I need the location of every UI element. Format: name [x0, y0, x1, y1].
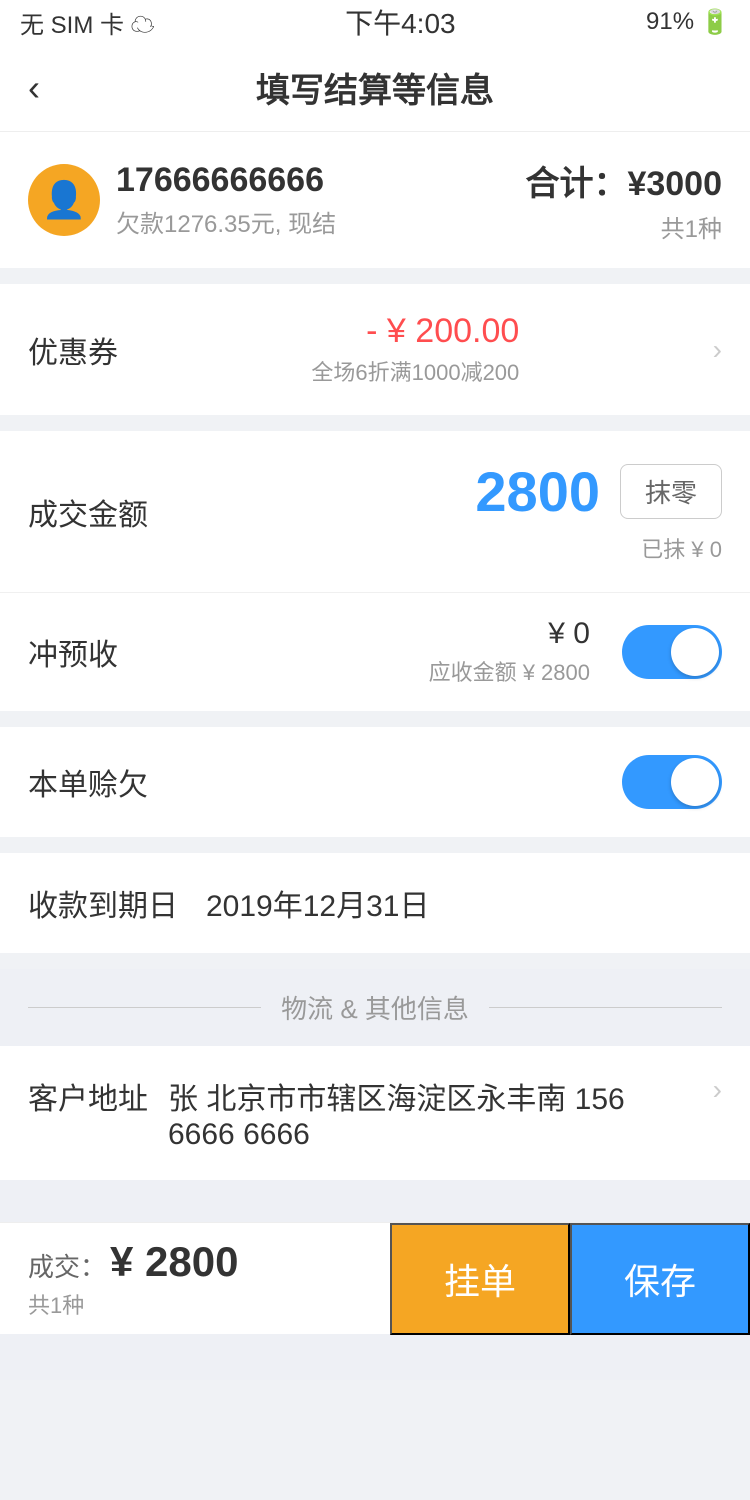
divider-text: 物流 & 其他信息 [281, 989, 469, 1026]
due-date-section: 收款到期日 2019年12月31日 [0, 853, 750, 953]
divider-line-right [489, 1007, 722, 1008]
debt-label: 本单赊欠 [28, 760, 148, 804]
total-amount: 合计：¥3000 [525, 156, 722, 205]
total-count: 共1种 [525, 209, 722, 244]
status-left: 无 SIM 卡 ☁ [20, 5, 155, 40]
coupon-desc: 全场6折满1000减200 [311, 355, 519, 387]
deal-amount-number: 2800 [475, 459, 600, 524]
bottom-bar: 成交： ¥ 2800 共1种 挂单 保存 [0, 1222, 750, 1334]
user-left: 👤 17666666666 欠款1276.35元, 现结 [28, 161, 336, 239]
deal-amount-wrap: 2800 抹零 [475, 459, 722, 524]
battery-label: 91% [646, 8, 694, 36]
address-label: 客户地址 [28, 1074, 148, 1118]
deal-sub-text: 已抹 ¥ 0 [641, 532, 722, 564]
battery-icon: 🔋 [700, 8, 730, 37]
status-bar: 无 SIM 卡 ☁ 下午4:03 91% 🔋 [0, 0, 750, 44]
prepaid-info: ¥ 0 应收金额 ¥ 2800 [429, 617, 590, 687]
bottom-count: 共1种 [28, 1288, 362, 1320]
address-value: 张 北京市市辖区海淀区永丰南 156 6666 6666 [168, 1074, 693, 1152]
user-debt: 欠款1276.35元, 现结 [116, 204, 336, 239]
status-right: 91% 🔋 [646, 8, 730, 37]
sim-label: 无 SIM 卡 ☁ [20, 5, 155, 40]
bottom-deal-label: 成交： [28, 1247, 106, 1284]
prepaid-toggle[interactable] [622, 625, 722, 679]
avatar-icon: 👤 [42, 179, 87, 221]
prepaid-sub: 应收金额 ¥ 2800 [429, 655, 590, 687]
user-info: 17666666666 欠款1276.35元, 现结 [116, 161, 336, 239]
deal-amount-row: 成交金额 2800 抹零 已抹 ¥ 0 [0, 431, 750, 592]
prepaid-amount: ¥ 0 [429, 617, 590, 651]
back-button[interactable]: ‹ [28, 67, 40, 109]
user-total: 合计：¥3000 共1种 [525, 156, 722, 244]
debt-section: 本单赊欠 [0, 727, 750, 837]
debt-toggle-knob [671, 758, 719, 806]
coupon-label: 优惠券 [28, 328, 118, 372]
address-section[interactable]: 客户地址 张 北京市市辖区海淀区永丰南 156 6666 6666 › [0, 1046, 750, 1180]
coupon-row[interactable]: 优惠券 - ¥ 200.00 全场6折满1000减200 › [0, 284, 750, 415]
coupon-section: 优惠券 - ¥ 200.00 全场6折满1000减200 › [0, 284, 750, 415]
debt-toggle[interactable] [622, 755, 722, 809]
save-button[interactable]: 保存 [570, 1223, 750, 1335]
bottom-summary: 成交： ¥ 2800 共1种 [0, 1238, 390, 1320]
status-time: 下午4:03 [345, 2, 456, 42]
address-chevron-icon: › [713, 1074, 722, 1106]
deal-label: 成交金额 [28, 490, 148, 534]
avatar: 👤 [28, 164, 100, 236]
round-zero-button[interactable]: 抹零 [620, 464, 722, 519]
due-label: 收款到期日 [28, 881, 178, 925]
pending-button[interactable]: 挂单 [390, 1223, 570, 1335]
prepaid-toggle-knob [671, 628, 719, 676]
prepaid-label: 冲预收 [28, 630, 118, 674]
coupon-chevron-icon: › [713, 334, 722, 366]
page-title: 填写结算等信息 [256, 63, 494, 112]
bottom-amount: ¥ 2800 [110, 1238, 238, 1286]
divider-line-left [28, 1007, 261, 1008]
user-phone: 17666666666 [116, 161, 336, 200]
due-date-value: 2019年12月31日 [206, 881, 429, 925]
deal-section: 成交金额 2800 抹零 已抹 ¥ 0 冲预收 ¥ 0 应收金额 ¥ 2800 [0, 431, 750, 711]
user-card: 👤 17666666666 欠款1276.35元, 现结 合计：¥3000 共1… [0, 132, 750, 268]
prepaid-row: 冲预收 ¥ 0 应收金额 ¥ 2800 [0, 592, 750, 711]
coupon-value: - ¥ 200.00 [311, 312, 519, 351]
nav-bar: ‹ 填写结算等信息 [0, 44, 750, 132]
divider-section: 物流 & 其他信息 [0, 969, 750, 1046]
